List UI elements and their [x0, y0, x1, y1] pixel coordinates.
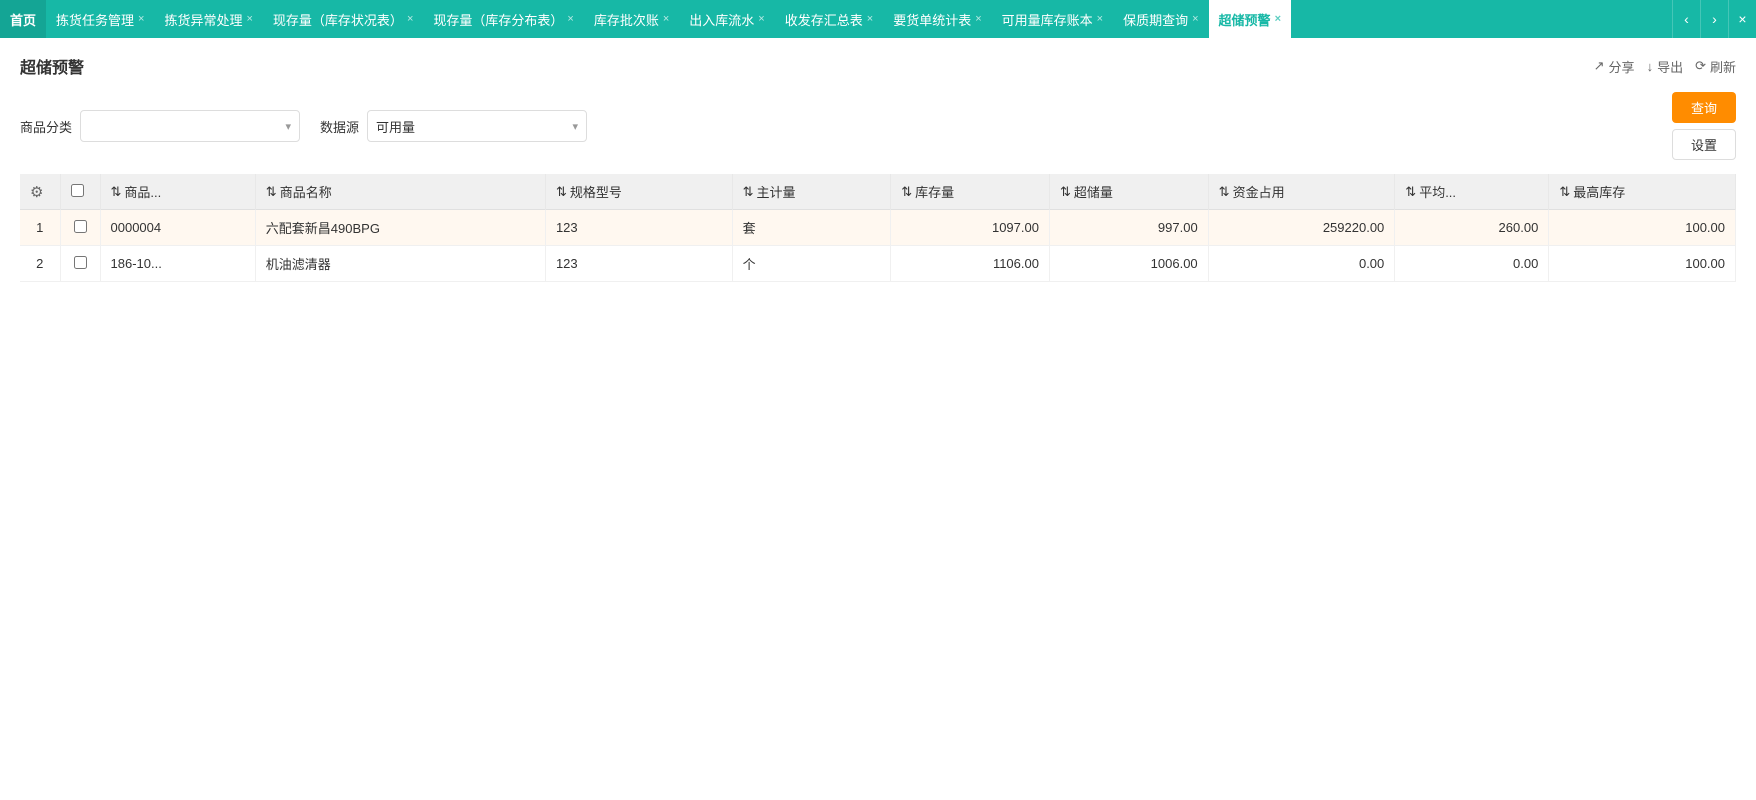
nav-close-pick-task[interactable]: × [138, 13, 144, 25]
category-select[interactable]: ▾ [80, 110, 300, 142]
nav-tab-expiry[interactable]: 保质期查询 × [1113, 0, 1208, 38]
page-header: 超储预警 ↗ 分享 ↓ 导出 ⟳ 刷新 [20, 54, 1736, 78]
table-row: 2 186-10... 机油滤清器 123 个 1106.00 1006.00 … [20, 246, 1736, 282]
filter-actions: 查询 设置 [1672, 92, 1736, 160]
table-header-row: ⚙ ⇅ 商品... ⇅ 商品名称 [20, 174, 1736, 210]
cell-product-name-0: 六配套新昌490BPG [255, 210, 545, 246]
datasource-chevron-down-icon: ▾ [573, 120, 579, 133]
col-header-overstock[interactable]: ⇅ 超储量 [1049, 174, 1208, 210]
export-icon: ↓ [1647, 59, 1654, 74]
cell-unit-0: 套 [732, 210, 891, 246]
refresh-button[interactable]: ⟳ 刷新 [1695, 57, 1736, 76]
datasource-select[interactable]: 可用量 ▾ [367, 110, 587, 142]
cell-spec-1: 123 [545, 246, 732, 282]
row-index-1: 2 [20, 246, 60, 282]
page-container: 超储预警 ↗ 分享 ↓ 导出 ⟳ 刷新 商品分类 ▾ 数据源 [0, 38, 1756, 800]
nav-close-all-button[interactable]: × [1728, 0, 1756, 38]
nav-close-inout[interactable]: × [758, 13, 764, 25]
table-row: 1 0000004 六配套新昌490BPG 123 套 1097.00 997.… [20, 210, 1736, 246]
category-filter-group: 商品分类 ▾ [20, 110, 300, 142]
col-header-index: ⚙ [20, 174, 60, 210]
nav-close-batch[interactable]: × [663, 13, 669, 25]
refresh-icon: ⟳ [1695, 58, 1706, 74]
cell-overstock-0: 997.00 [1049, 210, 1208, 246]
col-header-stock[interactable]: ⇅ 库存量 [891, 174, 1050, 210]
nav-tab-pick-task[interactable]: 拣货任务管理 × [46, 0, 154, 38]
col-header-spec[interactable]: ⇅ 规格型号 [545, 174, 732, 210]
datasource-filter-group: 数据源 可用量 ▾ [320, 110, 587, 142]
nav-tab-stock-status[interactable]: 现存量（库存状况表） × [263, 0, 423, 38]
cell-overstock-1: 1006.00 [1049, 246, 1208, 282]
nav-tab-stock-dist[interactable]: 现存量（库存分布表） × [423, 0, 583, 38]
nav-close-stock-status[interactable]: × [407, 13, 413, 25]
row-index-0: 1 [20, 210, 60, 246]
nav-home[interactable]: 首页 [0, 0, 46, 38]
col-header-product-code[interactable]: ⇅ 商品... [100, 174, 255, 210]
nav-close-available[interactable]: × [1097, 13, 1103, 25]
nav-close-pick-exception[interactable]: × [246, 13, 252, 25]
nav-arrows: ‹ › × [1672, 0, 1756, 38]
chevron-down-icon: ▾ [285, 120, 291, 133]
cell-capital-1: 0.00 [1208, 246, 1395, 282]
cell-spec-0: 123 [545, 210, 732, 246]
cell-max-stock-1: 100.00 [1549, 246, 1736, 282]
nav-next-button[interactable]: › [1700, 0, 1728, 38]
cell-unit-1: 个 [732, 246, 891, 282]
cell-stock-0: 1097.00 [891, 210, 1050, 246]
col-header-checkbox[interactable] [60, 174, 100, 210]
top-navigation: 首页 拣货任务管理 × 拣货异常处理 × 现存量（库存状况表） × 现存量（库存… [0, 0, 1756, 38]
nav-prev-button[interactable]: ‹ [1672, 0, 1700, 38]
data-table: ⚙ ⇅ 商品... ⇅ 商品名称 [20, 174, 1736, 282]
filter-area: 商品分类 ▾ 数据源 可用量 ▾ 查询 设置 [20, 92, 1736, 160]
nav-tab-pick-exception[interactable]: 拣货异常处理 × [154, 0, 262, 38]
select-all-checkbox[interactable] [71, 184, 84, 197]
cell-avg-0: 260.00 [1395, 210, 1549, 246]
cell-product-name-1: 机油滤清器 [255, 246, 545, 282]
nav-tab-available[interactable]: 可用量库存账本 × [992, 0, 1113, 38]
gear-icon[interactable]: ⚙ [30, 184, 43, 201]
nav-tab-inout[interactable]: 出入库流水 × [679, 0, 774, 38]
nav-close-order-stat[interactable]: × [975, 13, 981, 25]
setting-button[interactable]: 设置 [1672, 129, 1736, 160]
row-select-checkbox-0[interactable] [74, 220, 87, 233]
nav-close-overstock[interactable]: × [1275, 13, 1281, 25]
share-icon: ↗ [1594, 58, 1605, 74]
cell-avg-1: 0.00 [1395, 246, 1549, 282]
row-select-checkbox-1[interactable] [74, 256, 87, 269]
nav-tab-summary[interactable]: 收发存汇总表 × [775, 0, 883, 38]
row-checkbox-1[interactable] [60, 246, 100, 282]
col-header-capital[interactable]: ⇅ 资金占用 [1208, 174, 1395, 210]
datasource-value: 可用量 [376, 117, 415, 136]
col-header-avg[interactable]: ⇅ 平均... [1395, 174, 1549, 210]
cell-product-code-0: 0000004 [100, 210, 255, 246]
nav-tab-order-stat[interactable]: 要货单统计表 × [883, 0, 991, 38]
cell-product-code-1: 186-10... [100, 246, 255, 282]
cell-max-stock-0: 100.00 [1549, 210, 1736, 246]
query-button[interactable]: 查询 [1672, 92, 1736, 123]
col-header-unit[interactable]: ⇅ 主计量 [732, 174, 891, 210]
nav-close-summary[interactable]: × [867, 13, 873, 25]
category-label: 商品分类 [20, 117, 72, 136]
nav-tab-batch[interactable]: 库存批次账 × [584, 0, 679, 38]
page-title: 超储预警 [20, 54, 84, 78]
header-actions: ↗ 分享 ↓ 导出 ⟳ 刷新 [1594, 57, 1736, 76]
export-button[interactable]: ↓ 导出 [1647, 57, 1684, 76]
cell-capital-0: 259220.00 [1208, 210, 1395, 246]
col-header-product-name[interactable]: ⇅ 商品名称 [255, 174, 545, 210]
nav-close-expiry[interactable]: × [1192, 13, 1198, 25]
nav-tab-overstock[interactable]: 超储预警 × [1209, 0, 1291, 38]
row-checkbox-0[interactable] [60, 210, 100, 246]
cell-stock-1: 1106.00 [891, 246, 1050, 282]
share-button[interactable]: ↗ 分享 [1594, 57, 1635, 76]
col-header-max-stock[interactable]: ⇅ 最高库存 [1549, 174, 1736, 210]
datasource-label: 数据源 [320, 117, 359, 136]
nav-close-stock-dist[interactable]: × [567, 13, 573, 25]
